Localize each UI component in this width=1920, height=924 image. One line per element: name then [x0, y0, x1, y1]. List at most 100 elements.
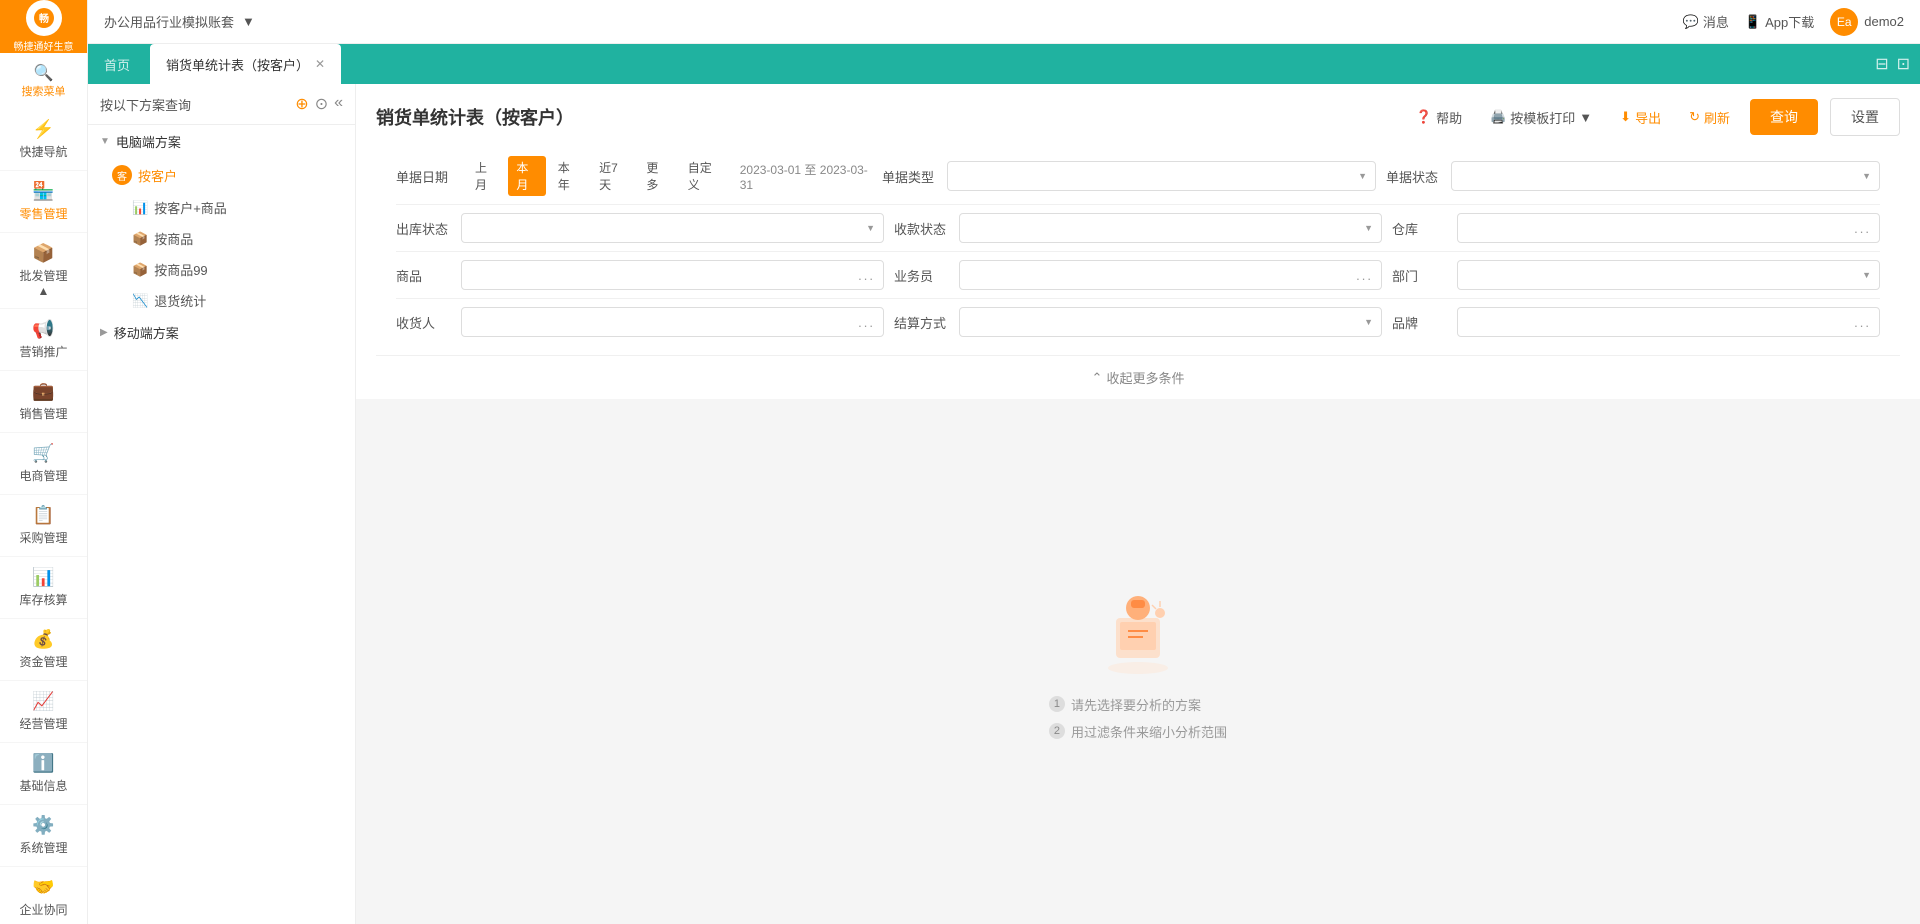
sidebar-item-inventory[interactable]: 📊 库存核算	[0, 557, 87, 619]
brand-label: 品牌	[1392, 313, 1447, 332]
scheme-by-goods-label: 按商品	[154, 229, 193, 248]
empty-illustration	[1088, 583, 1188, 683]
refresh-btn[interactable]: ↻ 刷新	[1681, 104, 1738, 131]
sidebar-item-sales[interactable]: 💼 销售管理	[0, 371, 87, 433]
sidebar-item-wholesale[interactable]: 📦 批发管理 ▲	[0, 233, 87, 309]
sidebar-item-enterprise[interactable]: 🤝 企业协同	[0, 867, 87, 924]
collapse-btn[interactable]: ⌃ 收起更多条件	[1080, 364, 1197, 391]
tree-mobile-group[interactable]: ▶ 移动端方案	[88, 316, 355, 349]
dropdown-icon[interactable]: ▼	[242, 14, 255, 29]
scheme-return-stat[interactable]: 📉 退货统计	[100, 285, 355, 316]
doc-status-chevron	[1862, 171, 1871, 182]
doc-type-label: 单据类型	[882, 167, 937, 186]
date-tab-7days[interactable]: 近7天	[591, 156, 634, 196]
scheme-actions: ⊕ ⊙ «	[295, 94, 343, 114]
consignee-label: 收货人	[396, 313, 451, 332]
sidebar-item-marketing[interactable]: 📢 营销推广	[0, 309, 87, 371]
empty-state: 1 请先选择要分析的方案 2 用过滤条件来缩小分析范围	[356, 399, 1920, 924]
add-scheme-btn[interactable]: ⊕	[295, 94, 308, 114]
search-menu[interactable]: 🔍 搜索菜单	[18, 53, 70, 109]
tip-num-1: 1	[1049, 696, 1065, 712]
settings-scheme-btn[interactable]: ⊙	[315, 94, 328, 114]
close-tab-icon[interactable]: ✕	[315, 57, 325, 71]
minimize-btn[interactable]: ⊟	[1875, 54, 1888, 74]
collapse-row: ⌃ 收起更多条件	[376, 355, 1900, 399]
sidebar-item-retail[interactable]: 🏪 零售管理	[0, 171, 87, 233]
scheme-by-customer-label: 按客户	[138, 166, 177, 185]
print-chevron-icon: ▼	[1579, 110, 1592, 125]
settle-method-select[interactable]	[959, 307, 1382, 337]
query-button[interactable]: 查询	[1750, 99, 1818, 135]
export-icon: ⬇	[1620, 109, 1631, 125]
out-status-select[interactable]	[461, 213, 884, 243]
customer-goods-icon: 📊	[132, 200, 148, 216]
sales-stat-tab-label: 销货单统计表（按客户）	[166, 55, 309, 74]
consignee-select[interactable]: ...	[461, 307, 884, 337]
warehouse-dots: ...	[1854, 221, 1871, 236]
tab-sales-stat[interactable]: 销货单统计表（按客户） ✕	[150, 44, 341, 84]
salesperson-select[interactable]: ...	[959, 260, 1382, 290]
date-tab-this-month[interactable]: 本月	[508, 156, 545, 196]
app-download-btn[interactable]: 📱 App下载	[1745, 12, 1814, 31]
doc-status-select[interactable]	[1451, 161, 1880, 191]
sidebar-item-ecommerce[interactable]: 🛒 电商管理	[0, 433, 87, 495]
brand-dots: ...	[1854, 315, 1871, 330]
date-tab-last-month[interactable]: 上月	[467, 156, 504, 196]
sidebar-item-system[interactable]: ⚙️ 系统管理	[0, 805, 87, 867]
sidebar-item-finance[interactable]: 💰 资金管理	[0, 619, 87, 681]
goods-dots: ...	[858, 268, 875, 283]
scheme-by-customer[interactable]: 客 按客户	[100, 158, 355, 192]
help-btn[interactable]: ❓ 帮助	[1408, 104, 1470, 131]
export-btn[interactable]: ⬇ 导出	[1612, 104, 1669, 131]
avatar: Ea	[1830, 8, 1858, 36]
user-profile[interactable]: Ea demo2	[1830, 8, 1904, 36]
scheme-by-goods[interactable]: 📦 按商品	[100, 223, 355, 254]
goods-label: 商品	[396, 266, 451, 285]
desktop-group-label: 电脑端方案	[116, 132, 181, 151]
desktop-scheme-list: 客 按客户 📊 按客户+商品 📦 按商品 📦 按商品99 📉 退货统	[88, 158, 355, 316]
sidebar: 畅 畅捷通好生意 🔍 搜索菜单 ⚡ 快捷导航 🏪 零售管理 📦 批发管理 ▲ 📢…	[0, 0, 88, 924]
customer-scheme-icon: 客	[112, 165, 132, 185]
operations-icon: 📈	[32, 691, 54, 712]
filter-row-4: 收货人 ... 结算方式 品牌 ...	[396, 299, 1880, 345]
date-range: 2023-03-01 至 2023-03-31	[740, 161, 872, 192]
sidebar-item-purchase[interactable]: 📋 采购管理	[0, 495, 87, 557]
sidebar-item-basic[interactable]: ℹ️ 基础信息	[0, 743, 87, 805]
warehouse-select[interactable]: ...	[1457, 213, 1880, 243]
enterprise-icon: 🤝	[32, 877, 54, 898]
tip-1: 1 请先选择要分析的方案	[1049, 695, 1227, 714]
pay-status-select[interactable]	[959, 213, 1382, 243]
goods-select[interactable]: ...	[461, 260, 884, 290]
department-select[interactable]	[1457, 260, 1880, 290]
tab-home[interactable]: 首页	[88, 44, 146, 84]
tab-bar: 首页 销货单统计表（按客户） ✕ ⊟ ⊡	[88, 44, 1920, 84]
filter-area: 单据日期 上月 本月 本年 近7天 更多 自定义 2023-03-01 至 20…	[376, 148, 1900, 355]
print-template-btn[interactable]: 🖨️ 按模板打印 ▼	[1482, 104, 1600, 131]
sidebar-item-operations[interactable]: 📈 经营管理	[0, 681, 87, 743]
maximize-btn[interactable]: ⊡	[1897, 54, 1910, 74]
scheme-by-goods-99[interactable]: 📦 按商品99	[100, 254, 355, 285]
tab-actions: ⊟ ⊡	[1865, 54, 1920, 74]
scheme-by-customer-goods[interactable]: 📊 按客户+商品	[100, 192, 355, 223]
collapse-panel-btn[interactable]: «	[334, 94, 343, 114]
tree-expand-icon: ▼	[100, 136, 110, 147]
return-icon: 📉	[132, 293, 148, 309]
goods-icon: 📦	[132, 231, 148, 247]
logo-text: 畅捷通好生意	[14, 38, 74, 53]
date-tab-custom[interactable]: 自定义	[680, 156, 728, 196]
date-control: 上月 本月 本年 近7天 更多 自定义 2023-03-01 至 2023-03…	[461, 156, 872, 196]
message-btn[interactable]: 💬 消息	[1683, 12, 1729, 31]
doc-type-select[interactable]	[947, 161, 1376, 191]
goods99-icon: 📦	[132, 262, 148, 278]
warehouse-label: 仓库	[1392, 219, 1447, 238]
date-tab-this-year[interactable]: 本年	[550, 156, 587, 196]
brand-select[interactable]: ...	[1457, 307, 1880, 337]
left-panel: 按以下方案查询 ⊕ ⊙ « ▼ 电脑端方案 客 按客户 📊 按客	[88, 84, 356, 924]
breadcrumb: 办公用品行业模拟账套 ▼	[104, 12, 255, 31]
settings-button[interactable]: 设置	[1830, 98, 1900, 136]
consignee-dots: ...	[858, 315, 875, 330]
sidebar-item-quicknav[interactable]: ⚡ 快捷导航	[0, 109, 87, 171]
tree-desktop-group[interactable]: ▼ 电脑端方案	[88, 125, 355, 158]
department-chevron	[1862, 270, 1871, 281]
date-tab-more[interactable]: 更多	[638, 156, 675, 196]
